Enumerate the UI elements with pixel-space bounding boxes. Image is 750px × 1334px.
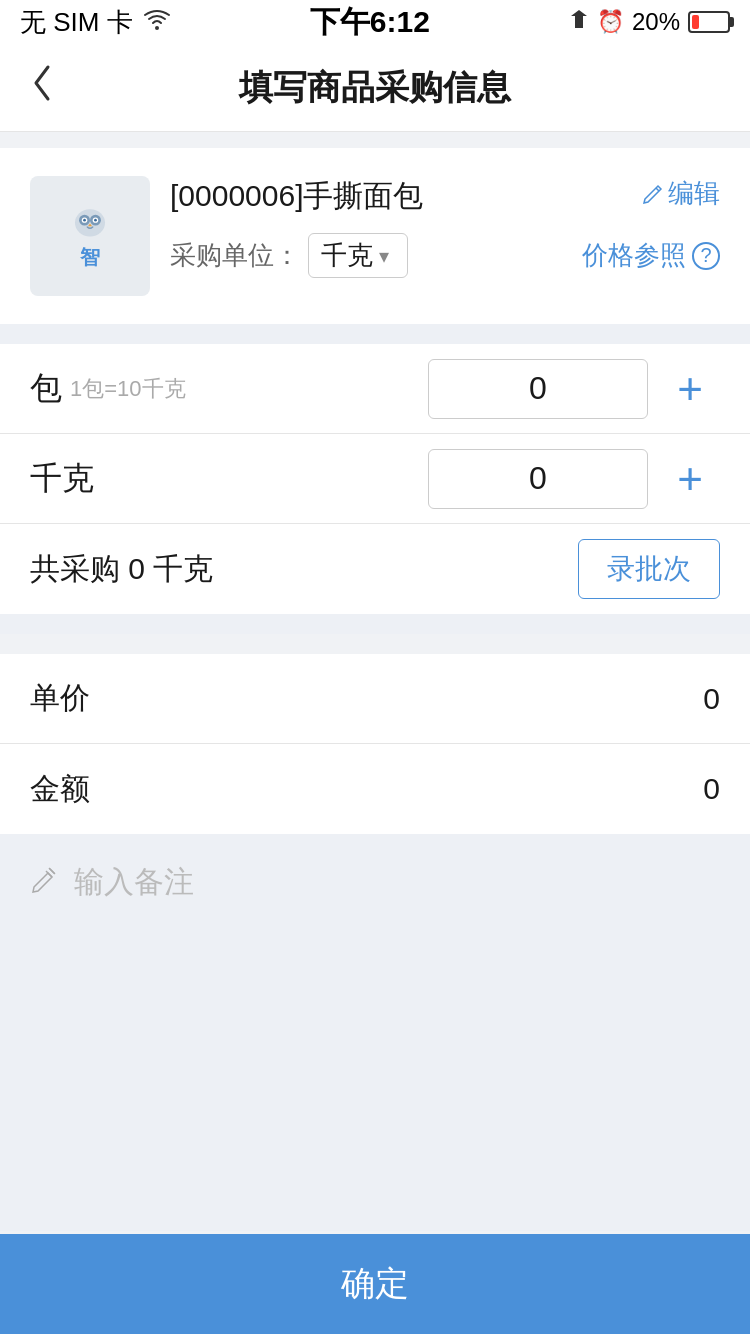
logo-text: 智 bbox=[80, 244, 100, 271]
svg-point-6 bbox=[83, 219, 86, 222]
bottom-fill bbox=[0, 931, 750, 1231]
input-section: 包 1包=10千克 0 + 千克 0 + bbox=[0, 344, 750, 524]
info-section: 单价 0 金额 0 bbox=[0, 654, 750, 834]
unit-price-row: 单价 0 bbox=[0, 654, 750, 744]
back-button[interactable] bbox=[30, 63, 54, 112]
unit-price-label: 单价 bbox=[30, 678, 90, 719]
page-title: 填写商品采购信息 bbox=[239, 65, 511, 111]
confirm-button-label: 确定 bbox=[341, 1261, 409, 1307]
edit-button[interactable]: 编辑 bbox=[642, 176, 720, 211]
amount-value: 0 bbox=[703, 772, 720, 806]
battery-icon bbox=[688, 11, 730, 33]
bao-input-row: 包 1包=10千克 0 + bbox=[0, 344, 750, 434]
bao-plus-button[interactable]: + bbox=[660, 359, 720, 419]
svg-point-7 bbox=[94, 219, 97, 222]
status-right: ⏰ 20% bbox=[569, 8, 730, 36]
purchase-unit-row: 采购单位： 千克 ▾ 价格参照 ? bbox=[170, 233, 720, 278]
bao-number-input[interactable]: 0 bbox=[428, 359, 648, 419]
bao-input-right: 0 + bbox=[210, 359, 720, 419]
svg-point-1 bbox=[75, 209, 105, 236]
section-divider-2 bbox=[0, 614, 750, 634]
confirm-bar[interactable]: 确定 bbox=[0, 1234, 750, 1334]
location-icon bbox=[569, 8, 589, 36]
time-display: 下午6:12 bbox=[310, 2, 430, 43]
product-name-row: [0000006]手撕面包 编辑 bbox=[170, 176, 720, 217]
product-card: 智 [0000006]手撕面包 编辑 采购单位： 千克 ▾ 价 bbox=[0, 148, 750, 324]
section-divider-1 bbox=[0, 324, 750, 344]
bao-label: 包 bbox=[30, 367, 62, 411]
battery-percent: 20% bbox=[632, 8, 680, 36]
summary-row: 共采购 0 千克 录批次 bbox=[0, 524, 750, 614]
alarm-icon: ⏰ bbox=[597, 9, 624, 35]
kg-input-row: 千克 0 + bbox=[0, 434, 750, 524]
unit-value: 千克 bbox=[321, 238, 373, 273]
kg-input-right: 0 + bbox=[210, 449, 720, 509]
note-placeholder: 输入备注 bbox=[74, 862, 194, 903]
wifi-icon bbox=[143, 7, 171, 38]
amount-row: 金额 0 bbox=[0, 744, 750, 834]
status-bar: 无 SIM 卡 下午6:12 ⏰ 20% bbox=[0, 0, 750, 44]
amount-label: 金额 bbox=[30, 769, 90, 810]
unit-label: 采购单位： bbox=[170, 238, 300, 273]
kg-label: 千克 bbox=[30, 457, 94, 501]
record-batch-button[interactable]: 录批次 bbox=[578, 539, 720, 599]
product-image: 智 bbox=[30, 176, 150, 296]
carrier-label: 无 SIM 卡 bbox=[20, 5, 133, 40]
summary-text: 共采购 0 千克 bbox=[30, 549, 213, 590]
svg-point-0 bbox=[155, 26, 159, 30]
kg-plus-button[interactable]: + bbox=[660, 449, 720, 509]
pencil-icon bbox=[30, 865, 58, 900]
bao-label-group: 包 1包=10千克 bbox=[30, 367, 210, 411]
nav-bar: 填写商品采购信息 bbox=[0, 44, 750, 132]
dropdown-arrow-icon: ▾ bbox=[379, 244, 389, 268]
product-logo: 智 bbox=[55, 201, 125, 271]
battery-fill bbox=[692, 15, 699, 29]
help-icon: ? bbox=[692, 242, 720, 270]
bao-sub-label: 1包=10千克 bbox=[70, 374, 186, 404]
note-section[interactable]: 输入备注 bbox=[0, 834, 750, 931]
status-left: 无 SIM 卡 bbox=[20, 5, 171, 40]
price-ref-button[interactable]: 价格参照 ? bbox=[582, 238, 720, 273]
unit-select[interactable]: 千克 ▾ bbox=[308, 233, 408, 278]
kg-number-input[interactable]: 0 bbox=[428, 449, 648, 509]
product-info: [0000006]手撕面包 编辑 采购单位： 千克 ▾ 价格参照 ? bbox=[170, 176, 720, 278]
product-name: [0000006]手撕面包 bbox=[170, 176, 423, 217]
kg-label-group: 千克 bbox=[30, 457, 210, 501]
unit-price-value: 0 bbox=[703, 682, 720, 716]
